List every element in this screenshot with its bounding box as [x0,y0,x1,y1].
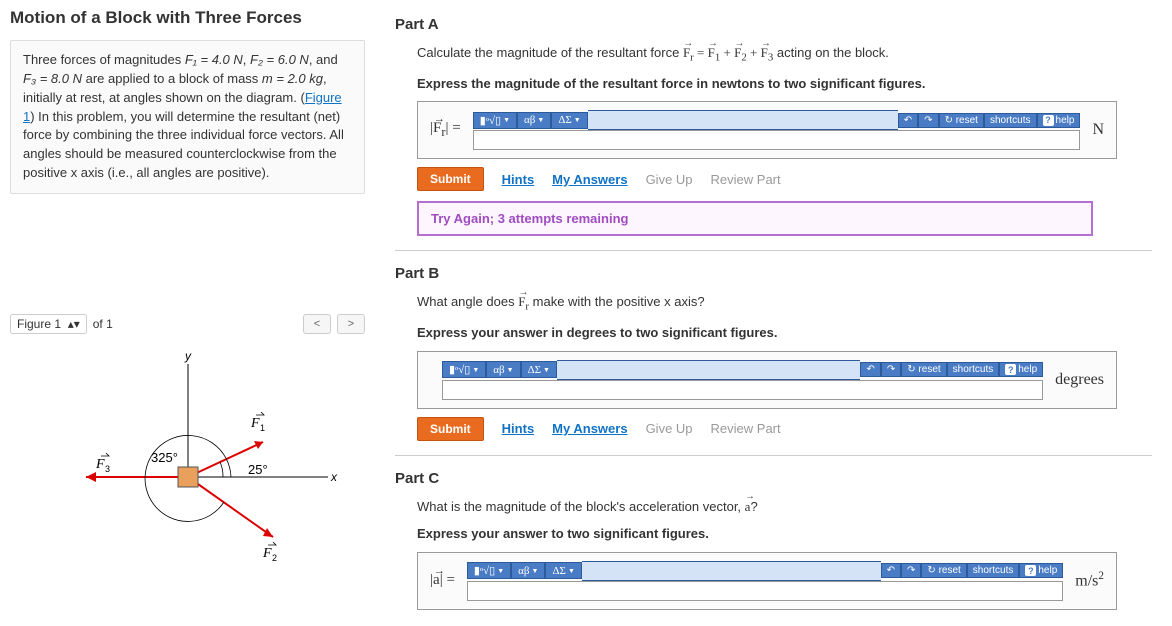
figure-next-button[interactable]: > [337,314,365,334]
svg-text:1: 1 [260,423,265,433]
part-b-unit: degrees [1055,371,1104,389]
part-c-answer-box: |a| = ▮ᵒ√▯▼ αβ▼ ΔΣ▼ ↶ ↷ ↻ reset shortcut… [417,552,1117,610]
svg-text:25°: 25° [248,462,268,477]
part-b-input[interactable] [442,380,1043,400]
format-template-button[interactable]: ▮ᵒ√▯▼ [467,562,511,579]
svg-text:3: 3 [105,464,110,474]
format-symbols-button[interactable]: ΔΣ▼ [545,562,581,579]
figure-prev-button[interactable]: < [303,314,331,334]
format-symbols-button[interactable]: ΔΣ▼ [521,361,557,378]
part-a-unit: N [1092,121,1104,139]
part-a-heading: Part A [395,16,1152,33]
part-b-answer-box: ▮ᵒ√▯▼ αβ▼ ΔΣ▼ ↶ ↷ ↻ reset shortcuts ?hel… [417,351,1117,409]
svg-text:325°: 325° [151,450,178,465]
give-up-link[interactable]: Give Up [646,172,693,187]
redo-button[interactable]: ↷ [901,563,921,578]
hints-link[interactable]: Hints [502,172,535,187]
format-greek-button[interactable]: αβ▼ [517,112,551,129]
figure-diagram: x y F1 F2 F3 25° 325° [10,352,365,582]
shortcuts-button[interactable]: shortcuts [947,362,1000,377]
figure-select[interactable]: Figure 1 ▴▾ [10,314,87,334]
help-button[interactable]: ?help [1037,113,1081,128]
undo-button[interactable]: ↶ [898,113,918,128]
svg-text:F: F [250,416,260,431]
help-button[interactable]: ?help [1019,563,1063,578]
svg-text:y: y [184,352,192,363]
part-c-lhs: |a| = [430,572,455,589]
part-a-input[interactable] [473,130,1081,150]
part-c-question: What is the magnitude of the block's acc… [417,497,1152,517]
format-greek-button[interactable]: αβ▼ [486,361,520,378]
format-greek-button[interactable]: αβ▼ [511,562,545,579]
review-part-link[interactable]: Review Part [711,421,781,436]
format-template-button[interactable]: ▮ᵒ√▯▼ [442,361,486,378]
part-a-answer-box: |Fr| = ▮ᵒ√▯▼ αβ▼ ΔΣ▼ ↶ ↷ ↻ reset shortcu… [417,101,1117,159]
svg-text:F: F [95,457,105,472]
figure-toolbar: Figure 1 ▴▾ of 1 < > [10,314,365,334]
part-c-instruction: Express your answer to two significant f… [417,524,1152,544]
part-c-input[interactable] [467,581,1063,601]
reset-button[interactable]: ↻ reset [921,563,966,578]
part-a-lhs: |Fr| = [430,120,461,140]
part-b-heading: Part B [395,265,1152,282]
part-a-question: Calculate the magnitude of the resultant… [417,43,1152,66]
undo-button[interactable]: ↶ [881,563,901,578]
try-again-banner: Try Again; 3 attempts remaining [417,201,1093,236]
my-answers-link[interactable]: My Answers [552,172,627,187]
part-a-instruction: Express the magnitude of the resultant f… [417,74,1152,94]
part-a-submit-button[interactable]: Submit [417,167,484,191]
part-c-heading: Part C [395,470,1152,487]
part-b-submit-button[interactable]: Submit [417,417,484,441]
problem-intro: Three forces of magnitudes F₁ = 4.0 N, F… [10,40,365,194]
undo-button[interactable]: ↶ [860,362,880,377]
redo-button[interactable]: ↷ [881,362,901,377]
part-c-unit: m/s2 [1075,570,1104,590]
give-up-link[interactable]: Give Up [646,421,693,436]
shortcuts-button[interactable]: shortcuts [967,563,1020,578]
format-symbols-button[interactable]: ΔΣ▼ [551,112,587,129]
reset-button[interactable]: ↻ reset [901,362,946,377]
review-part-link[interactable]: Review Part [711,172,781,187]
my-answers-link[interactable]: My Answers [552,421,627,436]
reset-button[interactable]: ↻ reset [939,113,984,128]
part-b-actions: Submit Hints My Answers Give Up Review P… [417,417,1152,441]
part-b-question: What angle does Fr make with the positiv… [417,292,1152,315]
hints-link[interactable]: Hints [502,421,535,436]
help-button[interactable]: ?help [999,362,1043,377]
part-b-instruction: Express your answer in degrees to two si… [417,323,1152,343]
part-a-actions: Submit Hints My Answers Give Up Review P… [417,167,1152,191]
format-template-button[interactable]: ▮ᵒ√▯▼ [473,112,517,129]
svg-text:x: x [330,470,338,484]
shortcuts-button[interactable]: shortcuts [984,113,1037,128]
redo-button[interactable]: ↷ [918,113,938,128]
figure-count: of 1 [93,317,113,331]
svg-text:2: 2 [272,553,277,563]
page-title: Motion of a Block with Three Forces [10,8,365,28]
svg-text:F: F [262,546,272,561]
